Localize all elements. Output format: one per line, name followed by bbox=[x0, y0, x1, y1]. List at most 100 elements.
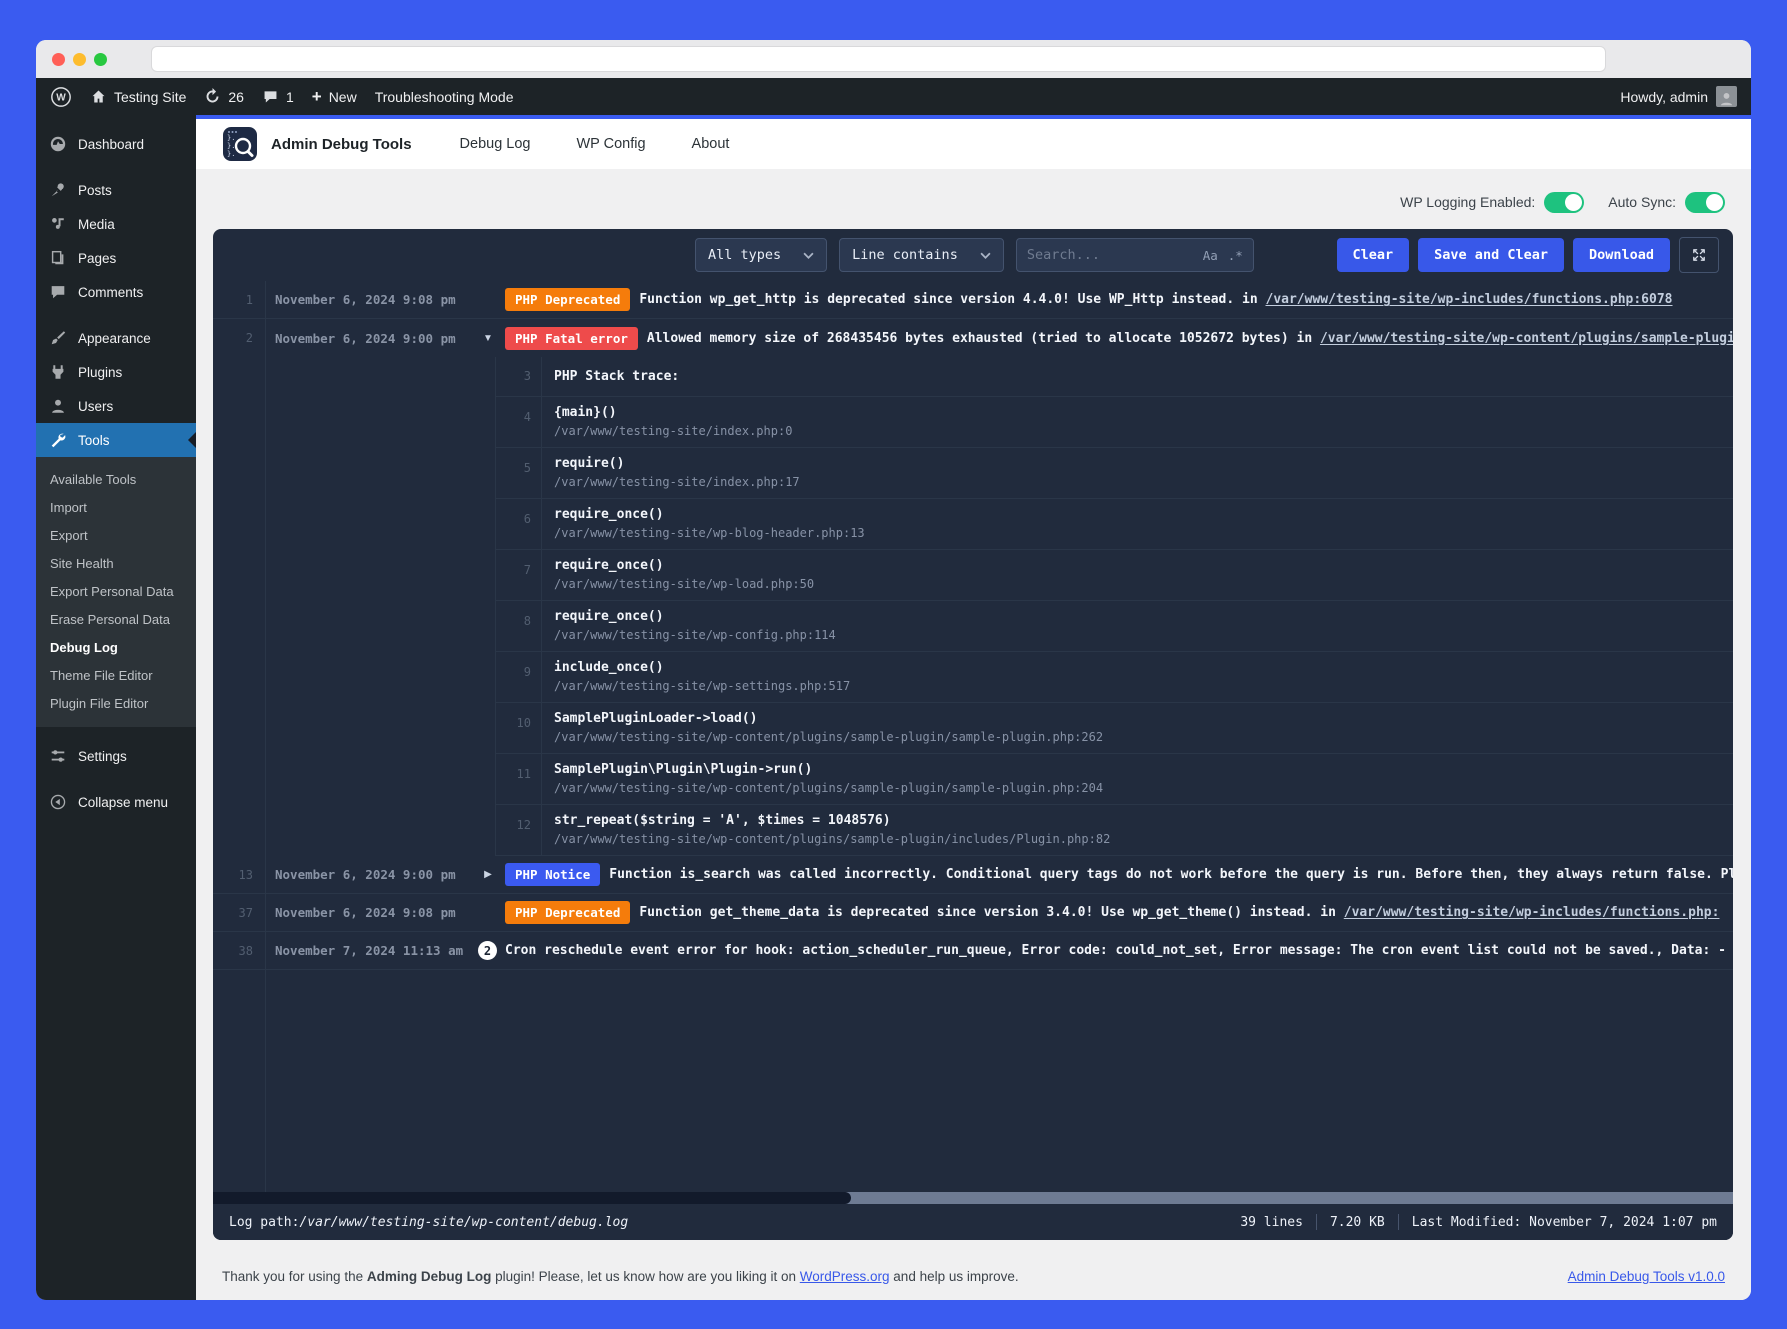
zoom-button[interactable] bbox=[94, 52, 107, 66]
sidebar-item-plugins[interactable]: Plugins bbox=[36, 355, 196, 389]
minimize-button[interactable] bbox=[73, 52, 86, 66]
sidebar-item-users[interactable]: Users bbox=[36, 389, 196, 423]
stack-line-number: 9 bbox=[496, 652, 542, 702]
submenu-item-debug-log[interactable]: Debug Log bbox=[36, 633, 196, 661]
svg-text:}.: }. bbox=[227, 150, 235, 158]
auto-sync-label: Auto Sync: bbox=[1608, 194, 1676, 210]
collapse-arrow-icon[interactable]: ▼ bbox=[471, 333, 505, 344]
updates-menu[interactable]: 26 bbox=[204, 88, 244, 105]
submenu-item-export-personal-data[interactable]: Export Personal Data bbox=[36, 577, 196, 605]
sidebar-item-label: Collapse menu bbox=[78, 794, 169, 810]
toggle-knob bbox=[1565, 193, 1583, 211]
sidebar-item-settings[interactable]: Settings bbox=[36, 739, 196, 773]
log-entry[interactable]: 1 November 6, 2024 9:08 pm PHP Deprecate… bbox=[213, 281, 1733, 319]
tab-about[interactable]: About bbox=[692, 136, 730, 152]
stack-frame: 10 SamplePluginLoader->load() /var/www/te… bbox=[496, 703, 1733, 754]
sidebar-item-pages[interactable]: Pages bbox=[36, 241, 196, 275]
footer-text: plugin! Please, let us know how are you … bbox=[491, 1268, 800, 1284]
submenu-label: Erase Personal Data bbox=[50, 611, 170, 627]
stack-line-number: 12 bbox=[496, 805, 542, 855]
submenu-item-import[interactable]: Import bbox=[36, 493, 196, 521]
troubleshooting-mode-menu[interactable]: Troubleshooting Mode bbox=[375, 89, 514, 105]
sidebar-item-label: Media bbox=[78, 216, 115, 232]
sidebar-item-collapse-menu[interactable]: Collapse menu bbox=[36, 785, 196, 819]
log-path-value: /var/www/testing-site/wp-content/debug.l… bbox=[299, 1214, 629, 1230]
media-icon bbox=[48, 214, 68, 234]
new-content-menu[interactable]: + New bbox=[312, 87, 357, 107]
collapse-arrow-icon bbox=[48, 792, 68, 812]
log-entry[interactable]: 38 November 7, 2024 11:13 am 2 Cron resc… bbox=[213, 932, 1733, 970]
status-divider bbox=[1397, 1214, 1399, 1230]
stack-function: require() bbox=[554, 456, 625, 471]
stack-file-path: /var/www/testing-site/wp-config.php:114 bbox=[554, 628, 836, 642]
search-input[interactable] bbox=[1026, 247, 1193, 263]
file-path-link[interactable]: /var/www/testing-site/wp-includes/functi… bbox=[1344, 905, 1720, 920]
sidebar-item-tools[interactable]: Tools bbox=[36, 423, 196, 457]
new-label: New bbox=[328, 88, 357, 105]
log-settings-toggles: WP Logging Enabled: Auto Sync: bbox=[196, 169, 1751, 215]
expand-arrow-icon[interactable]: ▶ bbox=[471, 869, 505, 880]
sidebar-item-comments[interactable]: Comments bbox=[36, 275, 196, 309]
stack-file-path: /var/www/testing-site/wp-settings.php:51… bbox=[554, 679, 851, 693]
comments-menu[interactable]: 1 bbox=[262, 88, 294, 105]
submenu-item-export[interactable]: Export bbox=[36, 521, 196, 549]
wp-logo-menu[interactable]: W bbox=[50, 86, 72, 108]
browser-window: W Testing Site 26 1 + New Troubleshootin… bbox=[36, 40, 1751, 1300]
clear-button[interactable]: Clear bbox=[1336, 238, 1410, 272]
submenu-item-available-tools[interactable]: Available Tools bbox=[36, 465, 196, 493]
stack-line-number: 6 bbox=[496, 499, 542, 549]
stack-file-path: /var/www/testing-site/index.php:17 bbox=[554, 475, 800, 489]
file-path-link[interactable]: /var/www/testing-site/wp-content/plugins… bbox=[1320, 331, 1733, 346]
sidebar-item-label: Tools bbox=[78, 432, 110, 448]
sidebar-item-dashboard[interactable]: Dashboard bbox=[36, 127, 196, 161]
settings-icon bbox=[48, 746, 68, 766]
entry-timestamp: November 6, 2024 9:00 pm bbox=[275, 330, 456, 346]
sidebar-item-label: Dashboard bbox=[78, 136, 145, 152]
wordpress-org-link[interactable]: WordPress.org bbox=[800, 1269, 890, 1284]
wp-logging-toggle[interactable] bbox=[1544, 191, 1585, 213]
auto-sync-toggle[interactable] bbox=[1685, 191, 1725, 213]
browser-url-bar[interactable] bbox=[151, 46, 1606, 72]
close-button[interactable] bbox=[52, 52, 65, 66]
case-sensitive-toggle[interactable]: Aa bbox=[1203, 248, 1218, 263]
stack-frame: 6 require_once() /var/www/testing-site/wp… bbox=[496, 499, 1733, 550]
tab-wp-config[interactable]: WP Config bbox=[577, 136, 646, 152]
log-entry[interactable]: 37 November 6, 2024 9:08 pm PHP Deprecat… bbox=[213, 894, 1733, 932]
home-icon bbox=[92, 90, 105, 103]
regex-toggle[interactable]: .* bbox=[1228, 248, 1243, 263]
type-filter-value: All types bbox=[708, 247, 782, 263]
gutter-divider bbox=[265, 281, 266, 1192]
stack-line-number: 10 bbox=[496, 703, 542, 753]
submenu-item-theme-file-editor[interactable]: Theme File Editor bbox=[36, 661, 196, 689]
horizontal-scrollbar[interactable] bbox=[213, 1192, 1733, 1204]
submenu-item-site-health[interactable]: Site Health bbox=[36, 549, 196, 577]
fullscreen-button[interactable] bbox=[1679, 237, 1719, 273]
file-path-link[interactable]: /var/www/testing-site/wp-includes/functi… bbox=[1266, 292, 1673, 307]
type-filter-dropdown[interactable]: All types bbox=[695, 238, 828, 272]
stack-function: str_repeat($string = 'A', $times = 10485… bbox=[554, 813, 891, 828]
scrollbar-thumb[interactable] bbox=[213, 1192, 852, 1204]
plugin-footer: Thank you for using the Adming Debug Log… bbox=[196, 1252, 1751, 1300]
occurrence-count-badge: 2 bbox=[478, 941, 497, 960]
tools-submenu: Available Tools Import Export Site Healt… bbox=[36, 457, 196, 727]
sidebar-item-appearance[interactable]: Appearance bbox=[36, 321, 196, 355]
sidebar-item-media[interactable]: Media bbox=[36, 207, 196, 241]
sidebar-item-posts[interactable]: Posts bbox=[36, 173, 196, 207]
howdy-label[interactable]: Howdy, admin bbox=[1620, 89, 1708, 105]
log-entry[interactable]: 2 November 6, 2024 9:00 pm ▼ PHP Fatal e… bbox=[213, 319, 1733, 357]
line-filter-dropdown[interactable]: Line contains bbox=[839, 238, 1004, 272]
entry-message: Cron reschedule event error for hook: ac… bbox=[505, 943, 1733, 958]
submenu-item-plugin-file-editor[interactable]: Plugin File Editor bbox=[36, 689, 196, 717]
download-button[interactable]: Download bbox=[1572, 238, 1670, 272]
tab-debug-log[interactable]: Debug Log bbox=[460, 136, 531, 152]
plugin-version-link[interactable]: Admin Debug Tools v1.0.0 bbox=[1568, 1269, 1725, 1284]
browser-titlebar bbox=[36, 40, 1751, 78]
log-entries-list: 1 November 6, 2024 9:08 pm PHP Deprecate… bbox=[213, 281, 1733, 1192]
line-filter-value: Line contains bbox=[852, 247, 958, 263]
avatar[interactable] bbox=[1716, 86, 1737, 107]
log-entry[interactable]: 13 November 6, 2024 9:00 pm ▶ PHP Notice… bbox=[213, 856, 1733, 894]
save-and-clear-button[interactable]: Save and Clear bbox=[1418, 238, 1564, 272]
site-name-menu[interactable]: Testing Site bbox=[90, 88, 186, 105]
submenu-item-erase-personal-data[interactable]: Erase Personal Data bbox=[36, 605, 196, 633]
entry-message: Allowed memory size of 268435456 bytes e… bbox=[647, 331, 1733, 346]
